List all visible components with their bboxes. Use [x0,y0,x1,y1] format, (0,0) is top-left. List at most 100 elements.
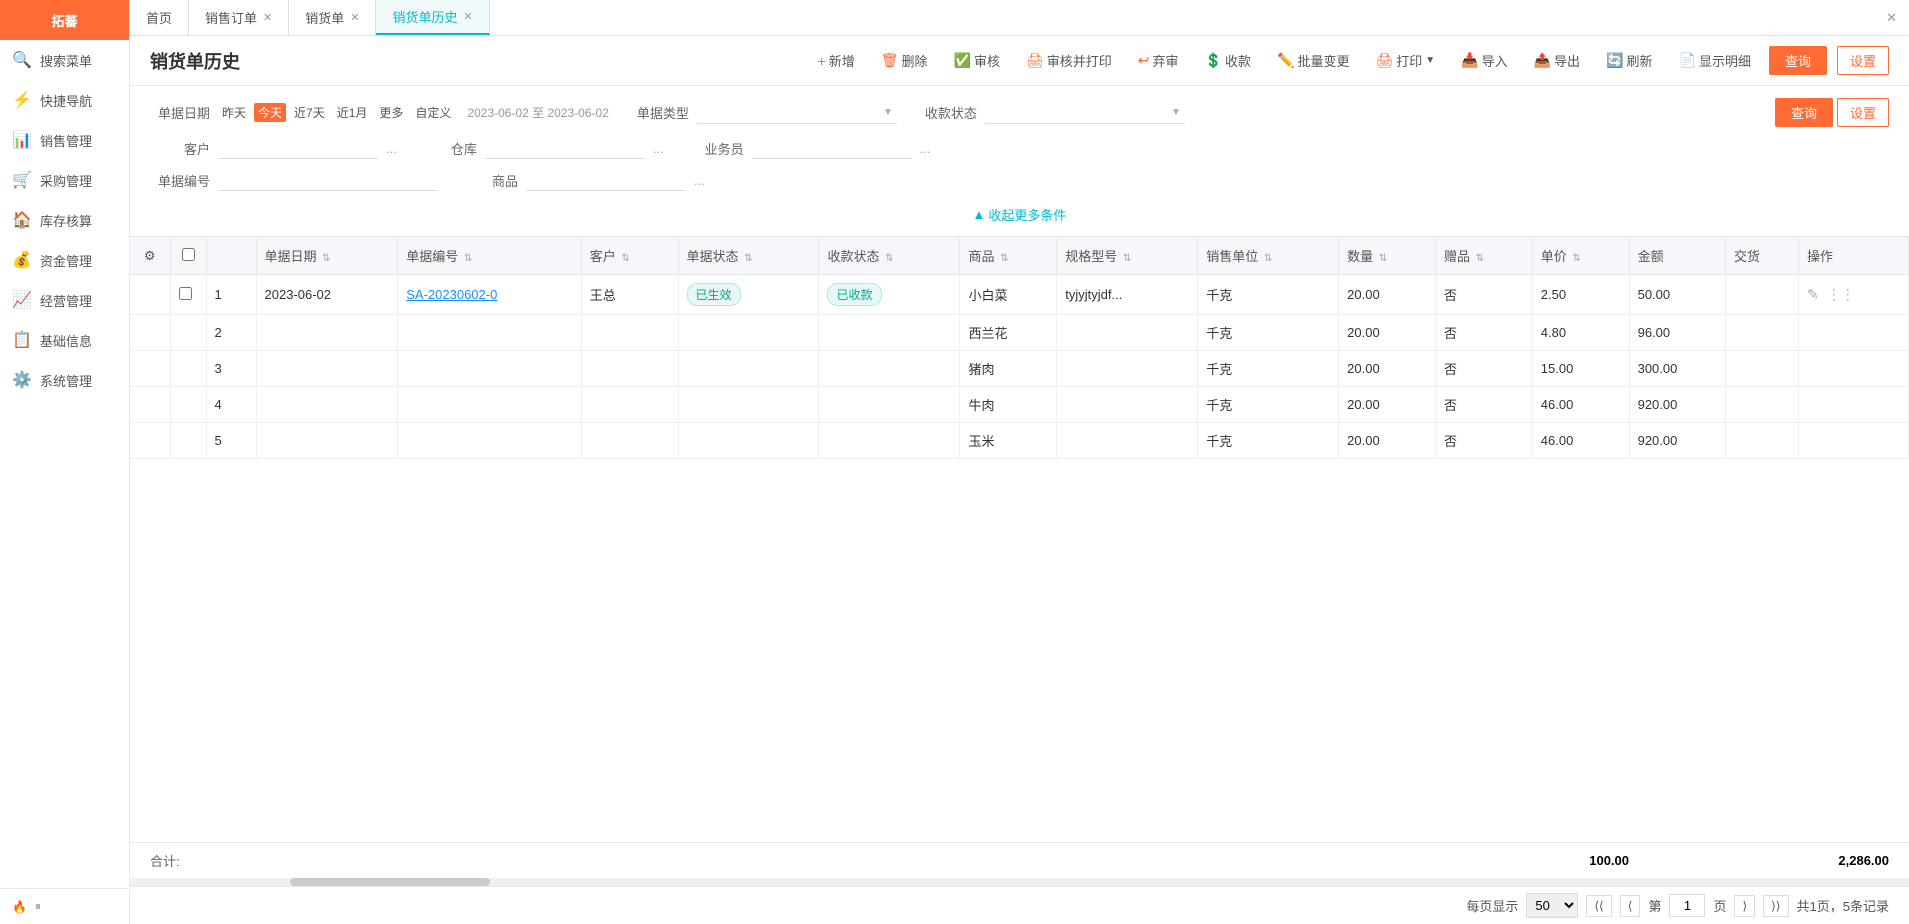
cell-doc-number [398,423,581,459]
next-page-btn[interactable]: ⟩ [1734,895,1755,917]
abandon-button[interactable]: ↩ 弃审 [1130,47,1187,74]
collapse-btn[interactable]: ▲ 收起更多条件 [150,201,1889,224]
cell-checkbox[interactable] [170,351,206,387]
horizontal-scrollbar[interactable] [130,878,1909,886]
tab-bar-close-all[interactable]: ✕ [1874,10,1909,26]
import-button[interactable]: 📥 导入 [1453,47,1515,74]
col-goods-label: 商品 [968,249,994,264]
sidebar-item-finance-mgmt[interactable]: 💰 资金管理 [0,240,129,280]
doc-type-input[interactable] [697,102,897,124]
settings-button[interactable]: 设置 [1837,46,1889,75]
sidebar-item-basic-info[interactable]: 📋 基础信息 [0,320,129,360]
doc-number-label: 单据编号 [150,171,210,190]
cell-checkbox[interactable] [170,315,206,351]
cell-goods: 猪肉 [960,351,1057,387]
sidebar-pause-icon[interactable]: ⏸ [35,899,41,914]
filter-row-2: 客户 ... 仓库 ... 业务员 ... [150,137,1889,159]
cell-checkbox[interactable] [170,387,206,423]
sidebar-label-quick-nav: 快捷导航 [40,91,92,110]
tab-sales-history-close[interactable]: ✕ [464,10,473,23]
payment-status-input[interactable] [985,102,1185,124]
delete-button[interactable]: 🗑 删除 [873,47,936,74]
sidebar-item-operations-mgmt[interactable]: 📈 经营管理 [0,280,129,320]
audit-print-button[interactable]: 🖨 审核并打印 [1018,47,1120,74]
receive-button[interactable]: 💲 收款 [1197,47,1259,74]
sidebar-label-inventory-calc: 库存核算 [40,211,92,230]
date-btn-1month[interactable]: 近1月 [333,103,372,122]
col-gear[interactable]: ⚙ [130,237,170,275]
settings-button-2[interactable]: 设置 [1837,98,1889,127]
export-button[interactable]: 📤 导出 [1526,47,1588,74]
salesperson-input[interactable] [752,137,912,159]
date-btn-custom[interactable]: 自定义 [411,103,455,122]
sidebar-item-quick-nav[interactable]: ⚡ 快捷导航 [0,80,129,120]
new-button[interactable]: + 新增 [810,47,863,74]
col-goods[interactable]: 商品 ⇅ [960,237,1057,275]
customer-input[interactable] [218,137,378,159]
cell-gear [130,275,170,315]
per-page-select[interactable]: 50 100 200 [1526,893,1578,918]
refresh-icon: 🔄 [1606,52,1623,69]
tab-sales-history[interactable]: 销货单历史 ✕ [376,0,489,35]
cell-checkbox[interactable] [170,423,206,459]
sidebar-fire-icon[interactable]: 🔥 [12,900,27,914]
col-gift[interactable]: 赠品 ⇅ [1435,237,1532,275]
first-page-btn[interactable]: ⟨⟨ [1586,895,1611,917]
cell-checkbox[interactable] [170,275,206,315]
col-doc-status[interactable]: 单据状态 ⇅ [678,237,819,275]
goods-ellipsis[interactable]: ... [694,173,705,188]
doc-number-link[interactable]: SA-20230602-0 [406,287,497,302]
col-customer[interactable]: 客户 ⇅ [581,237,678,275]
cell-customer: 王总 [581,275,678,315]
sidebar-item-search-menu[interactable]: 🔍 搜索菜单 [0,40,129,80]
edit-action-icon[interactable]: ✎ [1807,286,1819,303]
col-payment-status[interactable]: 收款状态 ⇅ [819,237,960,275]
doc-number-input[interactable] [218,169,438,191]
tab-sales-delivery-close[interactable]: ✕ [350,11,359,24]
date-btn-more[interactable]: 更多 [375,103,407,122]
salesperson-ellipsis[interactable]: ... [920,141,931,156]
tab-home[interactable]: 首页 [130,0,189,35]
cell-goods: 小白菜 [960,275,1057,315]
tab-sales-order[interactable]: 销售订单 ✕ [189,0,289,35]
goods-input[interactable] [526,169,686,191]
tab-sales-order-close[interactable]: ✕ [263,11,272,24]
show-detail-icon: 📄 [1679,52,1696,69]
batch-change-button[interactable]: ✏️ 批量变更 [1269,47,1357,74]
sidebar-item-sales-mgmt[interactable]: 📊 销售管理 [0,120,129,160]
prev-page-btn[interactable]: ⟨ [1620,895,1641,917]
scrollbar-thumb[interactable] [290,878,490,886]
show-detail-button[interactable]: 📄 显示明细 [1671,47,1759,74]
sidebar-item-system-mgmt[interactable]: ⚙️ 系统管理 [0,360,129,400]
sidebar-item-inventory-calc[interactable]: 🏠 库存核算 [0,200,129,240]
col-doc-date[interactable]: 单据日期 ⇅ [256,237,398,275]
col-unit-price[interactable]: 单价 ⇅ [1532,237,1629,275]
date-btn-today[interactable]: 今天 [254,103,286,122]
col-checkbox[interactable] [170,237,206,275]
page-number-input[interactable]: 1 [1669,894,1705,917]
col-spec-model[interactable]: 规格型号 ⇅ [1057,237,1198,275]
select-all-checkbox[interactable] [182,248,195,261]
col-sales-unit[interactable]: 销售单位 ⇅ [1198,237,1339,275]
more-action-icon[interactable]: ⋮⋮ [1827,286,1855,303]
row-checkbox[interactable] [179,287,192,300]
print-button[interactable]: 🖨 打印 ▼ [1367,47,1443,74]
query-button-2[interactable]: 查询 [1775,98,1833,127]
date-btn-yesterday[interactable]: 昨天 [218,103,250,122]
query-button[interactable]: 查询 [1769,46,1827,75]
audit-button[interactable]: ✅ 审核 [946,47,1008,74]
col-sales-unit-sort: ⇅ [1264,253,1272,264]
customer-ellipsis[interactable]: ... [386,141,397,156]
col-quantity[interactable]: 数量 ⇅ [1339,237,1436,275]
cell-sales-unit: 千克 [1198,351,1339,387]
col-doc-number[interactable]: 单据编号 ⇅ [398,237,581,275]
sidebar-item-purchase-mgmt[interactable]: 🛒 采购管理 [0,160,129,200]
warehouse-ellipsis[interactable]: ... [653,141,664,156]
date-btn-7days[interactable]: 近7天 [290,103,329,122]
tab-sales-delivery[interactable]: 销货单 ✕ [289,0,376,35]
last-page-btn[interactable]: ⟩⟩ [1763,895,1788,917]
warehouse-input[interactable] [485,137,645,159]
filter-group-doc-number: 单据编号 [150,169,438,191]
date-range-display: 2023-06-02 至 2023-06-02 [467,104,608,121]
refresh-button[interactable]: 🔄 刷新 [1598,47,1660,74]
